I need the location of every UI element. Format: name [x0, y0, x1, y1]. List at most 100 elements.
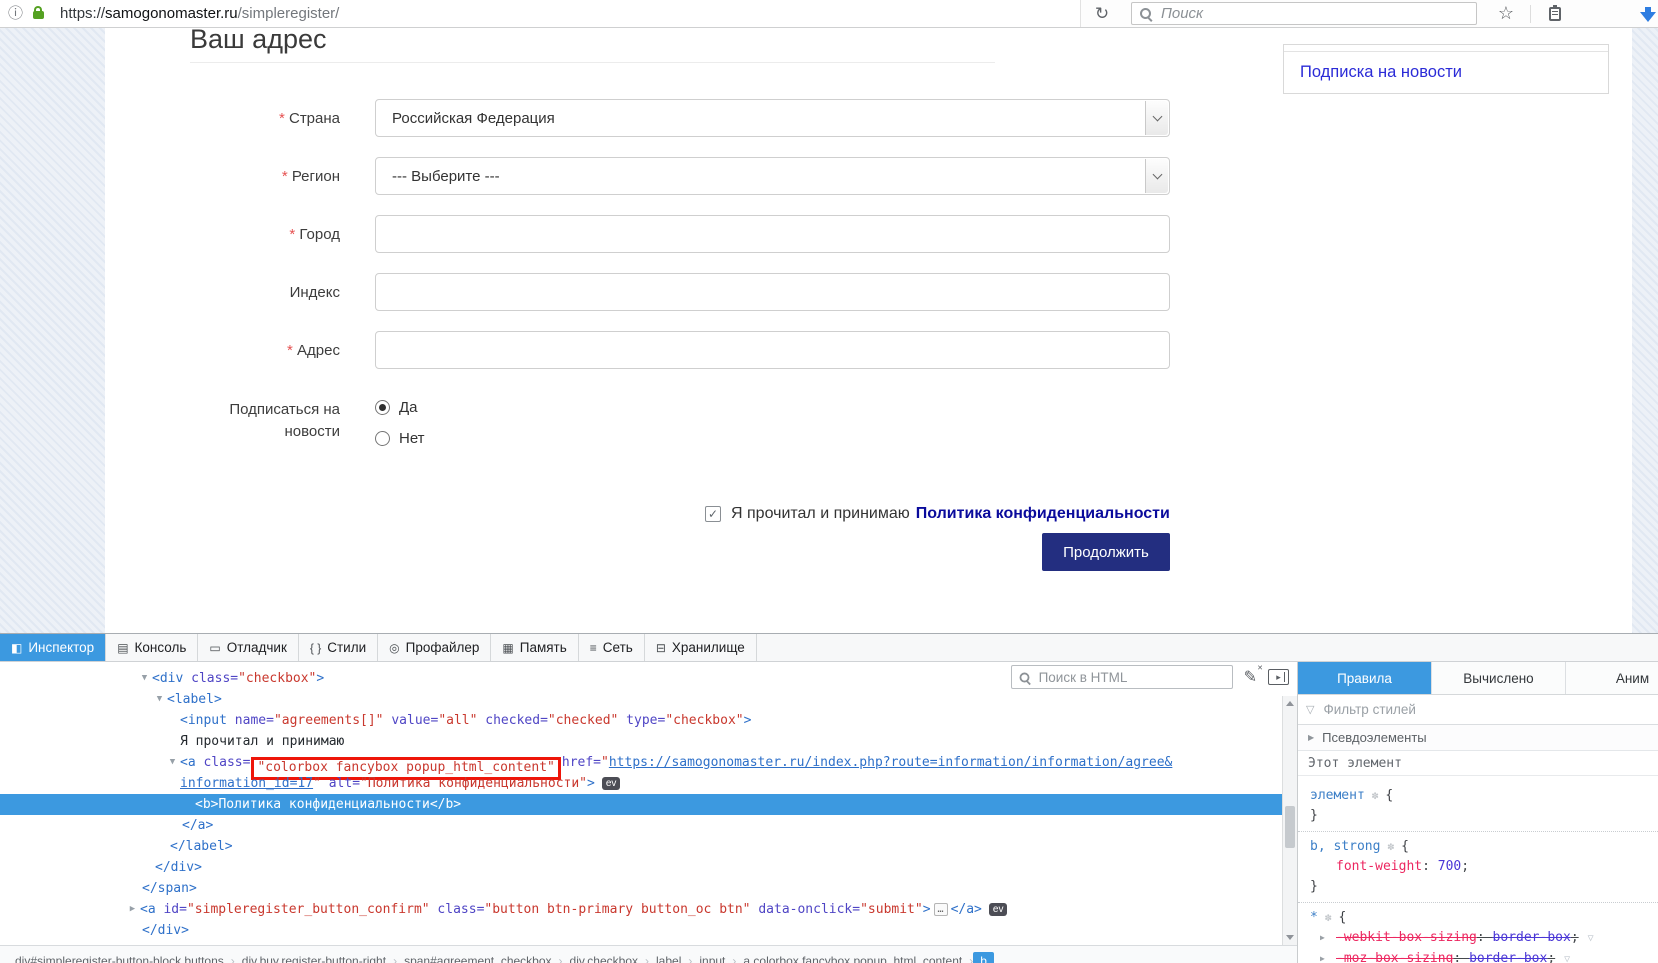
region-label: * Регион — [281, 167, 340, 185]
url-bar[interactable]: ⓘ https://samogonomaster.ru/simpleregist… — [0, 0, 1081, 27]
devtools-tab-network[interactable]: ≡ Сеть — [579, 634, 645, 661]
breadcrumb-item[interactable]: input — [692, 952, 732, 963]
markup-line[interactable]: <input name="agreements[]" value="all" c… — [0, 710, 1282, 731]
devtools-tab-profiler[interactable]: ◎ Профайлер — [378, 634, 492, 661]
sidebar-link-newsletter[interactable]: Подписка на новости — [1284, 52, 1608, 93]
radio-label: Нет — [399, 430, 425, 447]
breadcrumb-item[interactable]: a.colorbox.fancybox.popup_html_content — [736, 952, 969, 963]
markup-line[interactable]: </a> — [0, 815, 1282, 836]
css-rules: элемент ✽{} b, strong ✽{font-weight: 700;} *… — [1298, 776, 1658, 963]
region-select[interactable]: --- Выберите --- — [375, 157, 1170, 195]
scroll-up-icon[interactable] — [1286, 701, 1294, 706]
bookmark-star-icon[interactable]: ☆ — [1485, 0, 1527, 27]
rule-selector[interactable]: b, strong — [1310, 839, 1380, 854]
bookmarks-sidebar-icon[interactable] — [1534, 0, 1576, 27]
token-tag: </div> — [155, 860, 202, 875]
collapsed-content-icon[interactable]: … — [933, 903, 948, 916]
scroll-thumb[interactable] — [1285, 806, 1295, 848]
privacy-policy-link[interactable]: Политика конфиденциальности — [916, 505, 1170, 523]
newsletter-option-no[interactable]: Нет — [375, 430, 425, 447]
newsletter-option-yes[interactable]: Да — [375, 399, 425, 416]
css-property[interactable]: ▶ -moz-box-sizing: border-box; ▽ — [1298, 949, 1658, 963]
markup-scrollbar[interactable] — [1282, 696, 1297, 945]
token-tag: <a — [180, 755, 196, 770]
city-input[interactable] — [375, 215, 1170, 253]
agreement-checkbox[interactable]: ✓ — [705, 506, 721, 522]
devtools-tab-inspector[interactable]: ◧ Инспектор — [0, 634, 107, 661]
markup-line[interactable]: <b>Политика конфиденциальности</b> — [0, 794, 1282, 815]
expand-arrow-icon[interactable]: ▶ — [1320, 949, 1325, 963]
newsletter-label: Подписаться на новости — [229, 401, 340, 440]
devtools-tab-memory[interactable]: ▦ Память — [491, 634, 579, 661]
breadcrumb-item[interactable]: div#simpleregister-button-block.buttons — [8, 952, 231, 963]
markup-line[interactable]: ▼ <label> — [0, 689, 1282, 710]
country-select[interactable]: Российская Федерация — [375, 99, 1170, 137]
devtools-tab-console[interactable]: ▤ Консоль — [106, 634, 199, 661]
event-badge[interactable]: ev — [988, 903, 1008, 916]
ssl-lock-icon[interactable] — [33, 5, 45, 19]
expand-arrow-icon[interactable]: ▶ — [1320, 928, 1325, 948]
collapse-arrow-icon[interactable]: ▼ — [166, 752, 179, 773]
rules-tab-аним[interactable]: Аним — [1566, 662, 1658, 694]
postcode-input[interactable] — [375, 273, 1170, 311]
markup-line[interactable]: Я прочитал и принимаю — [0, 731, 1282, 752]
token-val: "agreements[]" — [273, 713, 384, 728]
rules-tab-вычислено[interactable]: Вычислено — [1432, 662, 1566, 694]
markup-line[interactable]: ▼ <a class= "colorbox fancybox popup_html_… — [0, 752, 1282, 780]
markup-line[interactable]: </div> — [0, 857, 1282, 878]
scroll-down-icon[interactable] — [1286, 935, 1294, 940]
downloads-icon[interactable] — [1640, 6, 1656, 22]
reload-button[interactable]: ↻ — [1081, 0, 1123, 27]
markup-line[interactable]: ▶ <a id="simpleregister_button_confirm" c… — [0, 899, 1282, 920]
markup-line[interactable]: </span> — [0, 878, 1282, 899]
edit-pencil-icon[interactable]: ✎ ✕ — [1244, 665, 1263, 687]
radio-icon[interactable] — [375, 400, 390, 415]
filter-funnel-icon[interactable]: ▽ — [1564, 950, 1570, 963]
event-badge[interactable]: ev — [601, 777, 621, 790]
chevron-down-icon[interactable] — [1145, 159, 1168, 193]
page-info-icon[interactable]: ⓘ — [8, 6, 23, 21]
token-tag: </div> — [142, 923, 189, 938]
browser-search[interactable] — [1131, 2, 1477, 25]
browser-search-input[interactable] — [1159, 4, 1469, 23]
expand-arrow-icon[interactable]: ▶ — [126, 899, 139, 920]
filter-funnel-icon[interactable]: ▽ — [1588, 929, 1594, 949]
page-background-right — [1632, 28, 1658, 634]
devtools-tab-debugger[interactable]: ▭ Отладчик — [198, 634, 299, 661]
rule-selector[interactable]: элемент — [1310, 788, 1365, 803]
pane-toggle-icon[interactable]: ▸ — [1268, 669, 1289, 685]
html-search[interactable] — [1010, 665, 1233, 689]
markup-line[interactable]: information_id=17" alt="Политика конфиде… — [0, 773, 1282, 794]
breadcrumb-item[interactable]: span#agreement_checkbox — [397, 952, 558, 963]
rules-tab-правила[interactable]: Правила — [1298, 662, 1432, 694]
devtools-tab-styles[interactable]: { } Стили — [299, 634, 379, 661]
radio-icon[interactable] — [375, 431, 390, 446]
token-tag: </a> — [182, 818, 214, 833]
devtools-tab-storage[interactable]: ⊟ Хранилище — [645, 634, 757, 661]
css-property[interactable]: font-weight: 700; — [1298, 857, 1658, 877]
collapse-arrow-icon[interactable]: ▼ — [153, 689, 166, 710]
style-filter[interactable]: ▽ — [1298, 695, 1658, 725]
markup-line[interactable]: </label> — [0, 836, 1282, 857]
continue-button[interactable]: Продолжить — [1042, 533, 1170, 571]
css-rule: элемент ✽{} — [1310, 788, 1394, 823]
token-val: "checked" — [547, 713, 619, 728]
url-text[interactable]: https://samogonomaster.ru/simpleregister… — [60, 5, 339, 22]
pseudo-elements-section[interactable]: ▶ Псевдоэлементы — [1298, 725, 1658, 751]
address-input[interactable] — [375, 331, 1170, 369]
style-filter-input[interactable] — [1321, 701, 1650, 718]
markup-line[interactable]: </div> — [0, 920, 1282, 941]
html-search-input[interactable] — [1036, 668, 1226, 686]
token-tag: > — [922, 902, 931, 917]
breadcrumb-item[interactable]: label — [649, 952, 688, 963]
token-val: " — [601, 755, 609, 770]
token-attr: type= — [618, 713, 666, 728]
chevron-down-icon[interactable] — [1145, 101, 1168, 135]
radio-label: Да — [399, 399, 418, 416]
breadcrumb-item[interactable]: div.buy.register-button-right — [235, 952, 393, 963]
breadcrumb-item[interactable]: div.checkbox — [563, 952, 645, 963]
css-property[interactable]: ▶ -webkit-box-sizing: border-box; ▽ — [1298, 928, 1658, 949]
rule-selector[interactable]: * — [1310, 910, 1318, 925]
breadcrumb-item[interactable]: b — [973, 952, 994, 963]
collapse-arrow-icon[interactable]: ▼ — [138, 668, 151, 689]
